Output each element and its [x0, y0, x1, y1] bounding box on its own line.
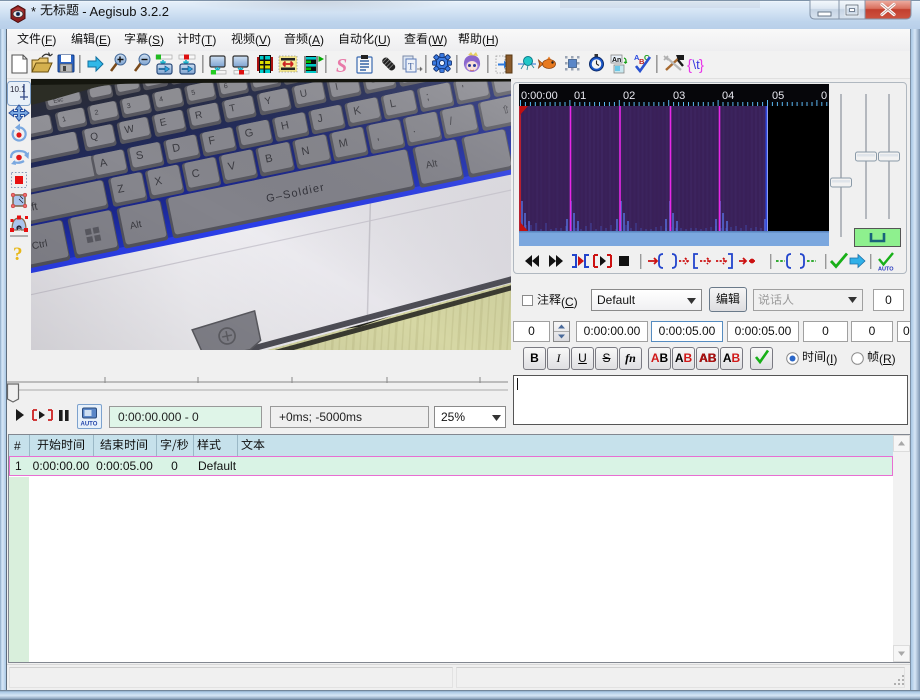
svg-text:AUTO: AUTO	[81, 422, 98, 428]
svg-text:?: ?	[13, 244, 23, 265]
svg-text:04: 04	[722, 90, 734, 102]
svg-text:0:00:00: 0:00:00	[521, 90, 558, 102]
svg-text:05: 05	[772, 90, 784, 102]
svg-text:AUTO: AUTO	[878, 267, 894, 273]
svg-text:03: 03	[673, 90, 685, 102]
svg-text:0: 0	[821, 90, 827, 102]
svg-text:02: 02	[623, 90, 635, 102]
svg-text:01: 01	[574, 90, 586, 102]
